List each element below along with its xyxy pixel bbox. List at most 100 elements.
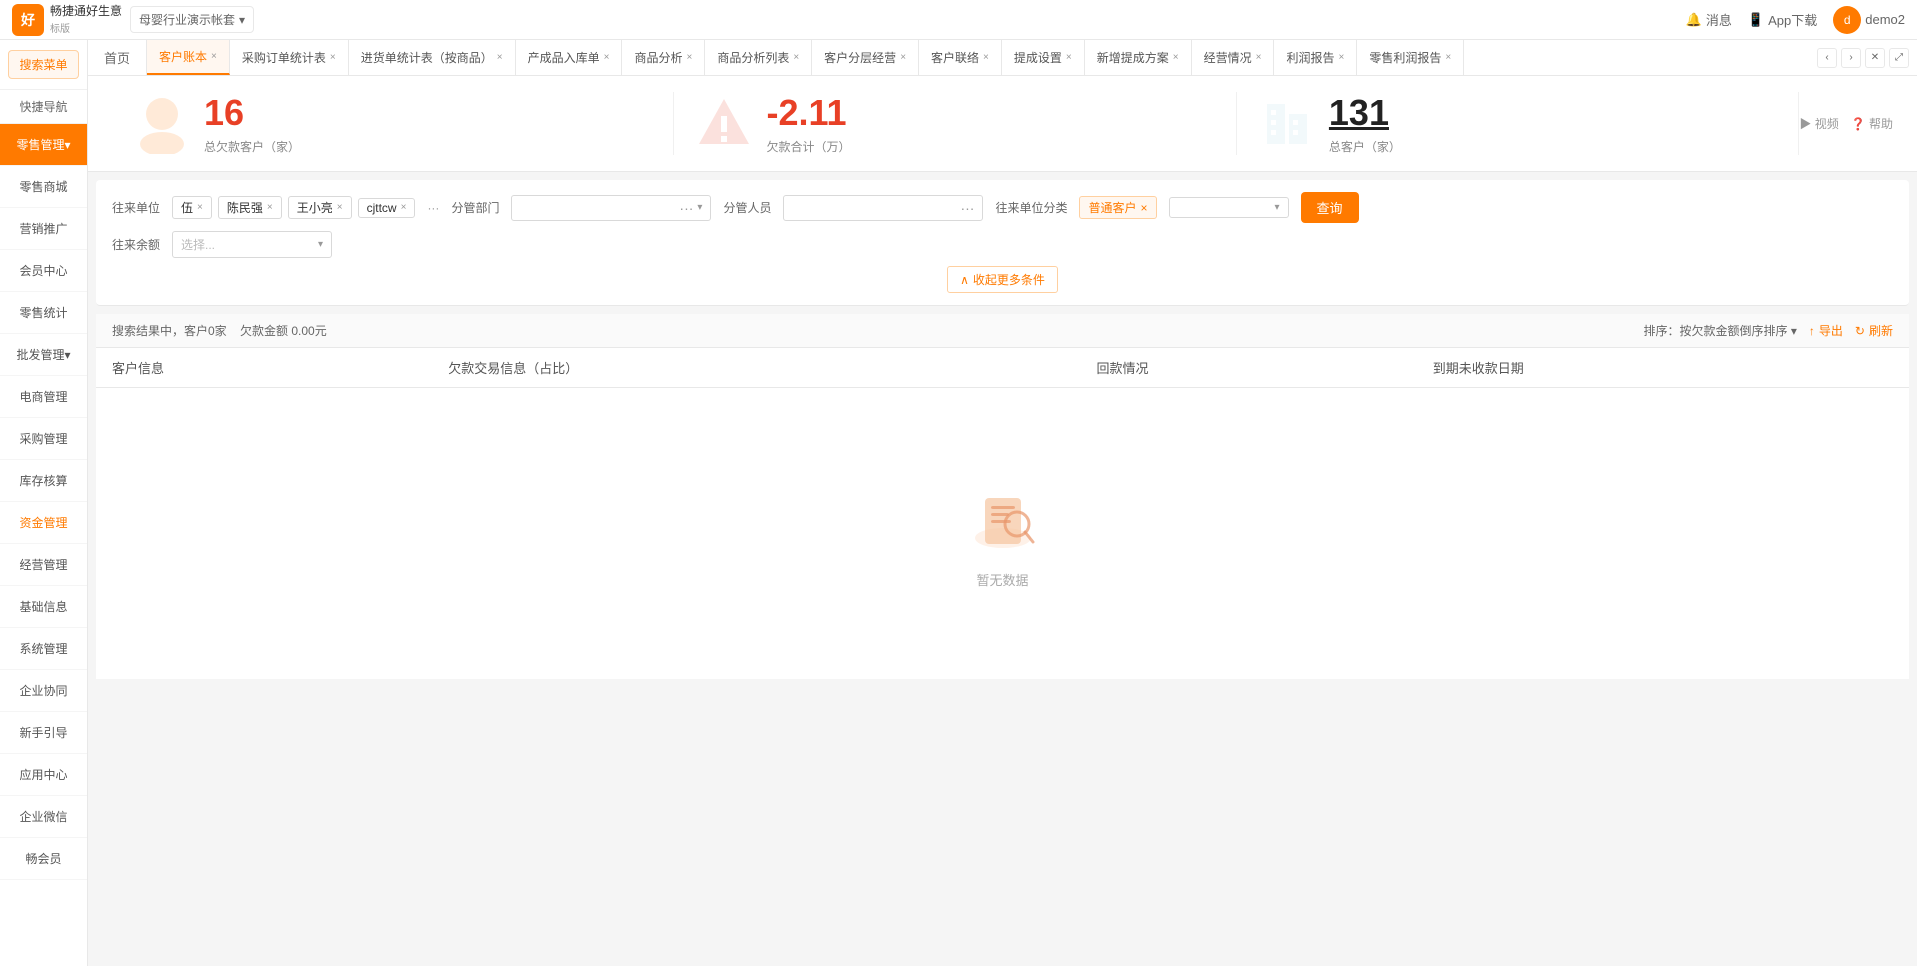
chevron-down-icon: ▾ [239,13,245,27]
tag-close-icon[interactable]: × [197,202,203,213]
tab-maximize-btn[interactable]: ⤢ [1889,48,1909,68]
tab-item-10[interactable]: 经营情况× [1192,40,1275,75]
collapse-button[interactable]: ∧ 收起更多条件 [947,266,1058,293]
cat-tag-close-icon[interactable]: × [1141,201,1148,215]
sidebar-item-8[interactable]: 库存核算 [0,460,87,502]
balance-filter-label: 往来余额 [112,236,160,253]
tab-close-btn[interactable]: × [1173,52,1179,63]
sidebar-item-4[interactable]: 零售统计 [0,292,87,334]
tab-item-12[interactable]: 零售利润报告× [1357,40,1464,75]
tab-close-btn[interactable]: × [211,51,217,62]
sidebar-item-6[interactable]: 电商管理 [0,376,87,418]
empty-state: 暂无数据 [112,398,1893,669]
tab-close-btn[interactable]: × [983,52,989,63]
unit-filter-tags: 伍 × 陈民强 × 王小亮 × cjttcw × [172,196,415,219]
tag-close-icon[interactable]: × [401,202,407,213]
tab-item-2[interactable]: 进货单统计表（按商品）× [349,40,516,75]
tab-next-btn[interactable]: › [1841,48,1861,68]
account-selector[interactable]: 母婴行业演示帐套 ▾ [130,6,254,33]
tag-close-icon[interactable]: × [337,202,343,213]
tab-item-7[interactable]: 客户联络× [919,40,1002,75]
tab-prev-btn[interactable]: ‹ [1817,48,1837,68]
sidebar-item-12[interactable]: 系统管理 [0,628,87,670]
collapse-row: ∧ 收起更多条件 [112,266,1893,293]
search-menu-button[interactable]: 搜索菜单 [8,50,79,79]
quick-nav-label[interactable]: 快捷导航 [19,100,67,114]
sidebar-item-15[interactable]: 应用中心 [0,754,87,796]
empty-text: 暂无数据 [976,570,1028,589]
unit-type-select[interactable]: ▾ [1169,197,1289,218]
tab-close-btn[interactable]: × [1066,52,1072,63]
tab-item-8[interactable]: 提成设置× [1002,40,1085,75]
sidebar-item-0[interactable]: 零售管理 ▾ [0,124,87,166]
sidebar-item-9[interactable]: 资金管理 [0,502,87,544]
filter-tag[interactable]: 伍 × [172,196,212,219]
sidebar-item-10[interactable]: 经营管理 [0,544,87,586]
sidebar-item-13[interactable]: 企业协同 [0,670,87,712]
stat-item-customers: 16 总欠款客户（家） [112,92,674,155]
sidebar-item-5[interactable]: 批发管理 ▾ [0,334,87,376]
sidebar-item-11[interactable]: 基础信息 [0,586,87,628]
tab-item-11[interactable]: 利润报告× [1274,40,1357,75]
tab-close-btn[interactable]: × [1445,52,1451,63]
tab-item-0[interactable]: 客户账本× [147,40,230,75]
export-icon: ↑ [1809,324,1815,338]
sidebar-item-17[interactable]: 畅会员 [0,838,87,880]
tab-item-4[interactable]: 商品分析× [622,40,705,75]
cat-tag-label: 普通客户 [1088,199,1136,216]
tab-close-btn[interactable]: × [330,52,336,63]
empty-illustration [963,478,1043,558]
user-menu[interactable]: d demo2 [1833,6,1905,34]
export-btn[interactable]: ↑ 导出 [1809,322,1843,339]
sidebar-item-7[interactable]: 采购管理 [0,418,87,460]
query-button[interactable]: 查询 [1301,192,1359,223]
filter-area: 往来单位 伍 ×陈民强 ×王小亮 ×cjttcw × ··· 分管部门 ··· … [96,180,1909,306]
filter-tag[interactable]: 王小亮 × [288,196,352,219]
tab-item-3[interactable]: 产成品入库单× [516,40,623,75]
tab-item-5[interactable]: 商品分析列表× [705,40,812,75]
filter-tag[interactable]: cjttcw × [358,198,416,218]
person-select[interactable]: ··· [783,195,983,221]
tab-close-btn[interactable]: × [497,52,503,63]
tab-item-9[interactable]: 新增提成方案× [1085,40,1192,75]
tab-close-btn[interactable]: × [1338,52,1344,63]
tag-close-icon[interactable]: × [267,202,273,213]
sort-chevron-icon: ▾ [1791,324,1797,338]
tab-close-btn[interactable]: × [1256,52,1262,63]
result-bar-right: 排序：按欠款金额倒序排序 ▾ ↑ 导出 ↻ 刷新 [1644,322,1893,339]
logo-sub: 标版 [50,20,122,35]
tab-items-container: 客户账本×采购订单统计表×进货单统计表（按商品）×产成品入库单×商品分析×商品分… [147,40,1809,75]
sidebar-item-3[interactable]: 会员中心 [0,250,87,292]
tab-nav-buttons: ‹ › ✕ ⤢ [1809,48,1917,68]
tab-home[interactable]: 首页 [88,40,147,75]
table-head: 客户信息欠款交易信息（占比）回款情况到期未收款日期 [96,348,1909,388]
tab-item-6[interactable]: 客户分层经营 × [812,40,919,75]
tab-close-btn[interactable]: × [900,52,906,63]
sidebar-item-1[interactable]: 零售商城 [0,166,87,208]
tab-label: 客户分层经营 [824,49,896,66]
table-header-row: 客户信息欠款交易信息（占比）回款情况到期未收款日期 [96,348,1909,388]
tab-close-btn[interactable]: × [793,52,799,63]
messages-btn[interactable]: 🔔 消息 [1686,10,1732,29]
table-column-header: 回款情况 [1081,348,1417,388]
tab-close-btn[interactable]: × [686,52,692,63]
unit-type-tag[interactable]: 普通客户 × [1079,196,1156,219]
sidebar-item-14[interactable]: 新手引导 [0,712,87,754]
tab-close-all-btn[interactable]: ✕ [1865,48,1885,68]
video-btn[interactable]: ▶ 视频 [1799,115,1838,132]
dept-select[interactable]: ··· ▾ [511,195,711,221]
filter-tag[interactable]: 陈民强 × [218,196,282,219]
balance-select[interactable]: 选择... ▾ [172,231,332,258]
filter-more-dots[interactable]: ··· [427,201,439,215]
sidebar-items-container: 零售管理 ▾零售商城营销推广会员中心零售统计批发管理 ▾电商管理采购管理库存核算… [0,124,87,880]
tab-close-btn[interactable]: × [604,52,610,63]
top-bar: 好 畅捷通好生意 标版 母婴行业演示帐套 ▾ 🔔 消息 📱 App下载 d de… [0,0,1917,40]
app-download-btn[interactable]: 📱 App下载 [1748,10,1817,29]
refresh-btn[interactable]: ↻ 刷新 [1855,322,1893,339]
tab-item-1[interactable]: 采购订单统计表× [230,40,349,75]
phone-icon: 📱 [1748,12,1764,28]
sidebar-item-2[interactable]: 营销推广 [0,208,87,250]
sidebar-item-16[interactable]: 企业微信 [0,796,87,838]
help-area: ▶ 视频 ❓ 帮助 [1799,115,1893,132]
help-btn[interactable]: ❓ 帮助 [1851,115,1893,132]
